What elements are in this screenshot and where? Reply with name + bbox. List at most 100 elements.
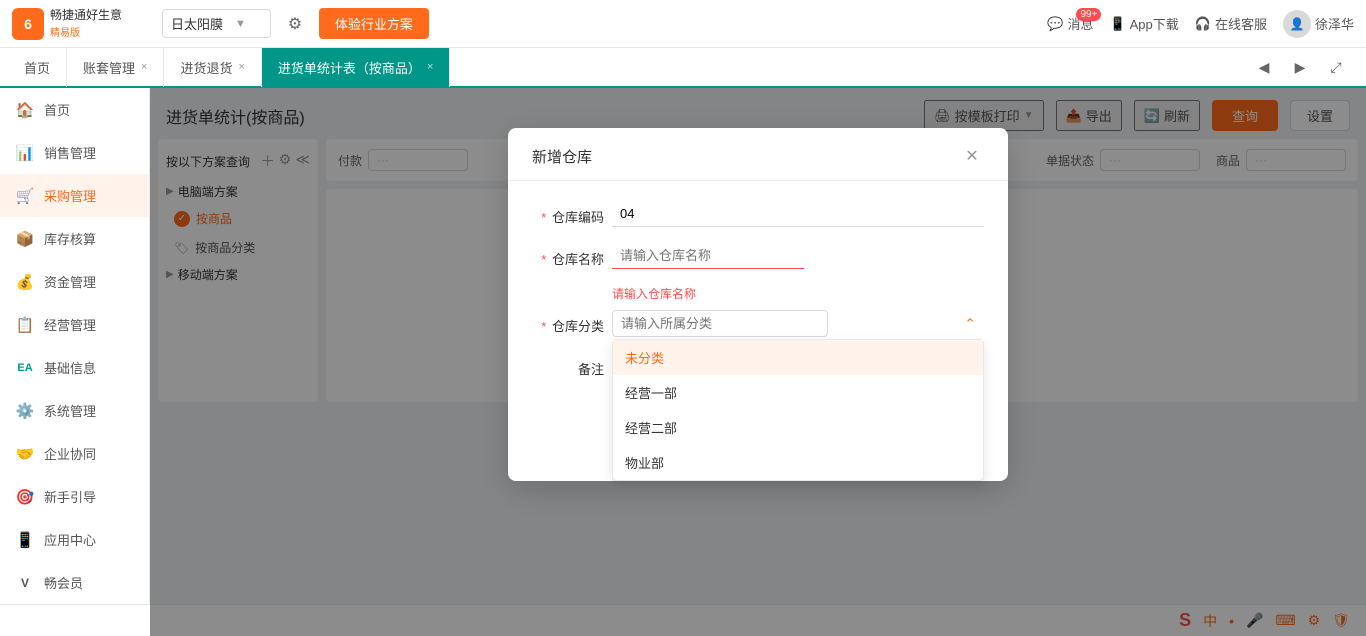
warehouse-code-input[interactable] [612, 201, 984, 227]
sidebar-item-purchase[interactable]: 🛒 采购管理 [0, 174, 149, 217]
tab-home-label: 首页 [24, 58, 50, 77]
purchase-icon: 🛒 [16, 187, 34, 205]
apps-icon: 📱 [16, 531, 34, 549]
code-label: * 仓库编码 [532, 201, 612, 226]
vip-icon: V [16, 574, 34, 592]
sidebar-guide-label: 新手引导 [44, 487, 96, 506]
sidebar-item-enterprise[interactable]: 🤝 企业协同 [0, 432, 149, 475]
dropdown-item-unclassified[interactable]: 未分类 [613, 340, 983, 375]
sidebar-basic-label: 基础信息 [44, 358, 96, 377]
header-search: 日太阳膜 ▼ ⚙ 体验行业方案 [162, 8, 1047, 40]
form-row-name: * 仓库名称 [532, 243, 984, 269]
sidebar-item-system[interactable]: ⚙️ 系统管理 [0, 389, 149, 432]
modal-overlay[interactable]: 新增仓库 ✕ * 仓库编码 * [150, 88, 1366, 636]
top-header: 6 畅捷通好生意 精易版 日太阳膜 ▼ ⚙ 体验行业方案 💬 消息 99+ 📱 … [0, 0, 1366, 48]
tab-bar-right: ◀ ▶ ⤢ [1250, 53, 1358, 81]
search-value: 日太阳膜 [171, 14, 223, 33]
tab-account-close[interactable]: × [141, 61, 147, 73]
inventory-icon: 📦 [16, 230, 34, 248]
sidebar-sales-label: 销售管理 [44, 143, 96, 162]
tab-bar: 首页 账套管理 × 进货退货 × 进货单统计表（按商品） × ◀ ▶ ⤢ [0, 48, 1366, 88]
logo-text-block: 畅捷通好生意 精易版 [50, 8, 122, 39]
logo-text: 畅捷通好生意 [50, 8, 122, 24]
home-icon: 🏠 [16, 101, 34, 119]
chevron-down-icon: ▼ [235, 18, 246, 30]
form-row-code: * 仓库编码 [532, 201, 984, 227]
category-dropdown-arrow[interactable]: ⌃ [964, 315, 976, 332]
mobile-icon: 📱 [1109, 16, 1125, 32]
sidebar-item-sales[interactable]: 📊 销售管理 [0, 131, 149, 174]
avatar: 👤 [1283, 10, 1311, 38]
modal-header: 新增仓库 ✕ [508, 128, 1008, 181]
tab-purchase-return-label: 进货退货 [180, 58, 232, 77]
sidebar-inventory-label: 库存核算 [44, 229, 96, 248]
sidebar-home-label: 首页 [44, 100, 70, 119]
headset-icon: 🎧 [1195, 16, 1211, 32]
user-area[interactable]: 👤 徐泽华 [1283, 10, 1354, 38]
category-label: * 仓库分类 [532, 310, 612, 335]
tab-home[interactable]: 首页 [8, 47, 67, 87]
sidebar: 🏠 首页 📊 销售管理 🛒 采购管理 📦 库存核算 💰 资金管理 📋 经营管理 … [0, 88, 150, 636]
category-input[interactable] [612, 310, 828, 337]
remark-label: 备注 [532, 353, 612, 378]
customer-service-area[interactable]: 🎧 在线客服 [1195, 14, 1267, 33]
tab-account-label: 账套管理 [83, 58, 135, 77]
modal-body: * 仓库编码 * 仓库名称 [508, 181, 1008, 418]
required-mark-category: * [541, 319, 546, 334]
gear-button[interactable]: ⚙ [279, 8, 311, 40]
sidebar-item-operation[interactable]: 📋 经营管理 [0, 303, 149, 346]
sales-icon: 📊 [16, 144, 34, 162]
category-input-wrap: ⌃ 未分类 经营一部 经营二部 [612, 310, 984, 337]
warehouse-name-input[interactable] [612, 243, 804, 269]
guide-icon: 🎯 [16, 488, 34, 506]
user-icon: 👤 [1290, 17, 1305, 31]
try-industry-button[interactable]: 体验行业方案 [319, 8, 429, 39]
tab-purchase-return-close[interactable]: × [238, 61, 244, 73]
sidebar-item-guide[interactable]: 🎯 新手引导 [0, 475, 149, 518]
tab-purchase-return[interactable]: 进货退货 × [164, 47, 261, 87]
app-download-area[interactable]: 📱 App下载 [1109, 14, 1178, 33]
modal-title: 新增仓库 [532, 146, 592, 167]
dropdown-item-dept1[interactable]: 经营一部 [613, 375, 983, 410]
finance-icon: 💰 [16, 273, 34, 291]
tab-next-icon[interactable]: ▶ [1286, 53, 1314, 81]
name-input-wrap [612, 243, 984, 269]
required-mark-name: * [541, 252, 546, 267]
modal-new-warehouse: 新增仓库 ✕ * 仓库编码 * [508, 128, 1008, 481]
operation-icon: 📋 [16, 316, 34, 334]
name-error-message: 请输入仓库名称 [532, 285, 984, 302]
tab-purchase-stats[interactable]: 进货单统计表（按商品） × [262, 47, 450, 87]
tab-account[interactable]: 账套管理 × [67, 47, 164, 87]
username-label: 徐泽华 [1315, 14, 1354, 33]
sidebar-operation-label: 经营管理 [44, 315, 96, 334]
sidebar-finance-label: 资金管理 [44, 272, 96, 291]
app-download-label: App下载 [1130, 14, 1179, 33]
dropdown-item-dept2[interactable]: 经营二部 [613, 410, 983, 445]
logo-icon: 6 [12, 8, 44, 40]
tab-purchase-stats-close[interactable]: × [427, 61, 433, 73]
sidebar-item-vip[interactable]: V 畅会员 [0, 561, 149, 604]
sidebar-item-finance[interactable]: 💰 资金管理 [0, 260, 149, 303]
sidebar-purchase-label: 采购管理 [44, 186, 96, 205]
enterprise-icon: 🤝 [16, 445, 34, 463]
sidebar-enterprise-label: 企业协同 [44, 444, 96, 463]
modal-close-button[interactable]: ✕ [960, 144, 984, 168]
tab-expand-icon[interactable]: ⤢ [1322, 53, 1350, 81]
content-area: 进货单统计(按商品) 🖨 按模板打印 ▼ 📤 导出 🔄 刷新 查询 设置 [150, 88, 1366, 636]
sidebar-item-basic[interactable]: EA 基础信息 [0, 346, 149, 389]
customer-service-label: 在线客服 [1215, 14, 1267, 33]
dropdown-item-dept3[interactable]: 物业部 [613, 445, 983, 480]
system-icon: ⚙️ [16, 402, 34, 420]
notification-area[interactable]: 💬 消息 99+ [1047, 14, 1093, 33]
sidebar-item-apps[interactable]: 📱 应用中心 [0, 518, 149, 561]
sidebar-item-home[interactable]: 🏠 首页 [0, 88, 149, 131]
tab-prev-icon[interactable]: ◀ [1250, 53, 1278, 81]
header-right: 💬 消息 99+ 📱 App下载 🎧 在线客服 👤 徐泽华 [1047, 10, 1354, 38]
sidebar-vip-label: 畅会员 [44, 573, 83, 592]
required-mark-code: * [541, 210, 546, 225]
sidebar-item-inventory[interactable]: 📦 库存核算 [0, 217, 149, 260]
message-icon: 💬 [1047, 16, 1063, 32]
header-search-select[interactable]: 日太阳膜 ▼ [162, 9, 271, 38]
logo-sub: 精易版 [50, 24, 122, 39]
basic-info-icon: EA [16, 359, 34, 377]
